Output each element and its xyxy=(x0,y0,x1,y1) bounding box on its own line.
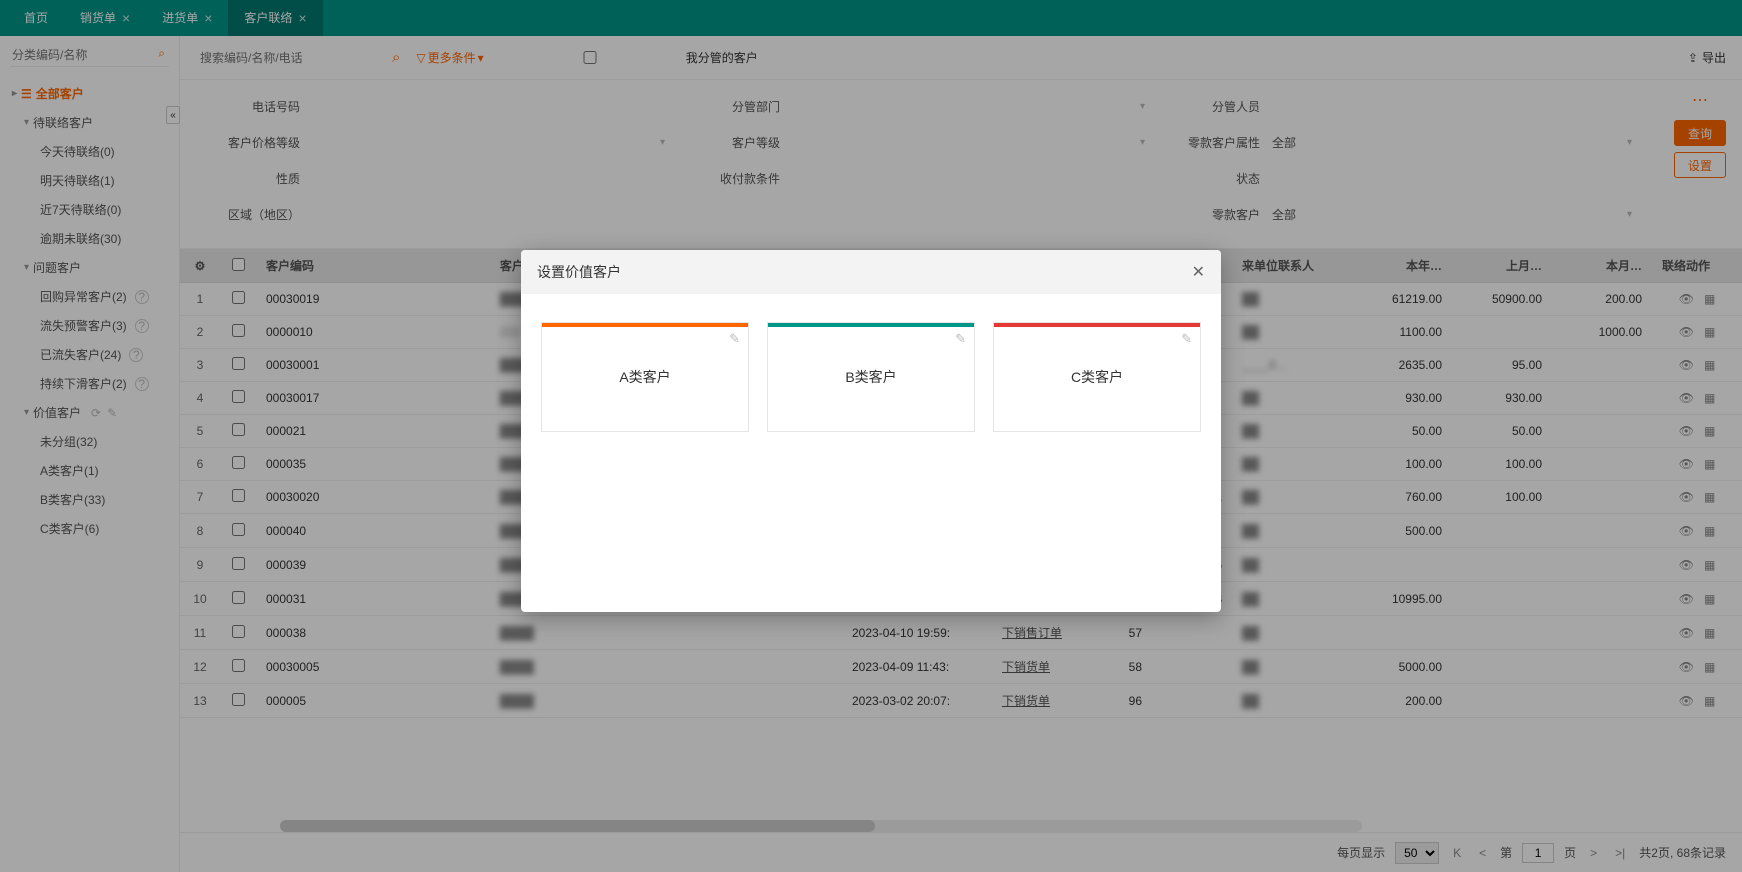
edit-icon[interactable]: ✎ xyxy=(955,331,966,347)
card-name: B类客户 xyxy=(845,367,896,387)
card-color-bar xyxy=(994,323,1200,327)
edit-icon[interactable]: ✎ xyxy=(1181,331,1192,347)
card-name: C类客户 xyxy=(1071,367,1123,387)
card-color-bar xyxy=(542,323,748,327)
modal-header: 设置价值客户 ✕ xyxy=(521,250,1221,294)
modal-title: 设置价值客户 xyxy=(537,262,621,282)
value-card[interactable]: ✎ C类客户 xyxy=(993,322,1201,432)
modal-overlay[interactable]: 设置价值客户 ✕ ✎ A类客户 ✎ B类客户 ✎ C类客户 xyxy=(0,0,1742,872)
value-card[interactable]: ✎ A类客户 xyxy=(541,322,749,432)
value-customer-modal: 设置价值客户 ✕ ✎ A类客户 ✎ B类客户 ✎ C类客户 xyxy=(521,250,1221,612)
value-card[interactable]: ✎ B类客户 xyxy=(767,322,975,432)
modal-body: ✎ A类客户 ✎ B类客户 ✎ C类客户 xyxy=(521,294,1221,612)
card-color-bar xyxy=(768,323,974,327)
card-name: A类客户 xyxy=(619,367,670,387)
edit-icon[interactable]: ✎ xyxy=(729,331,740,347)
close-icon[interactable]: ✕ xyxy=(1192,262,1205,282)
